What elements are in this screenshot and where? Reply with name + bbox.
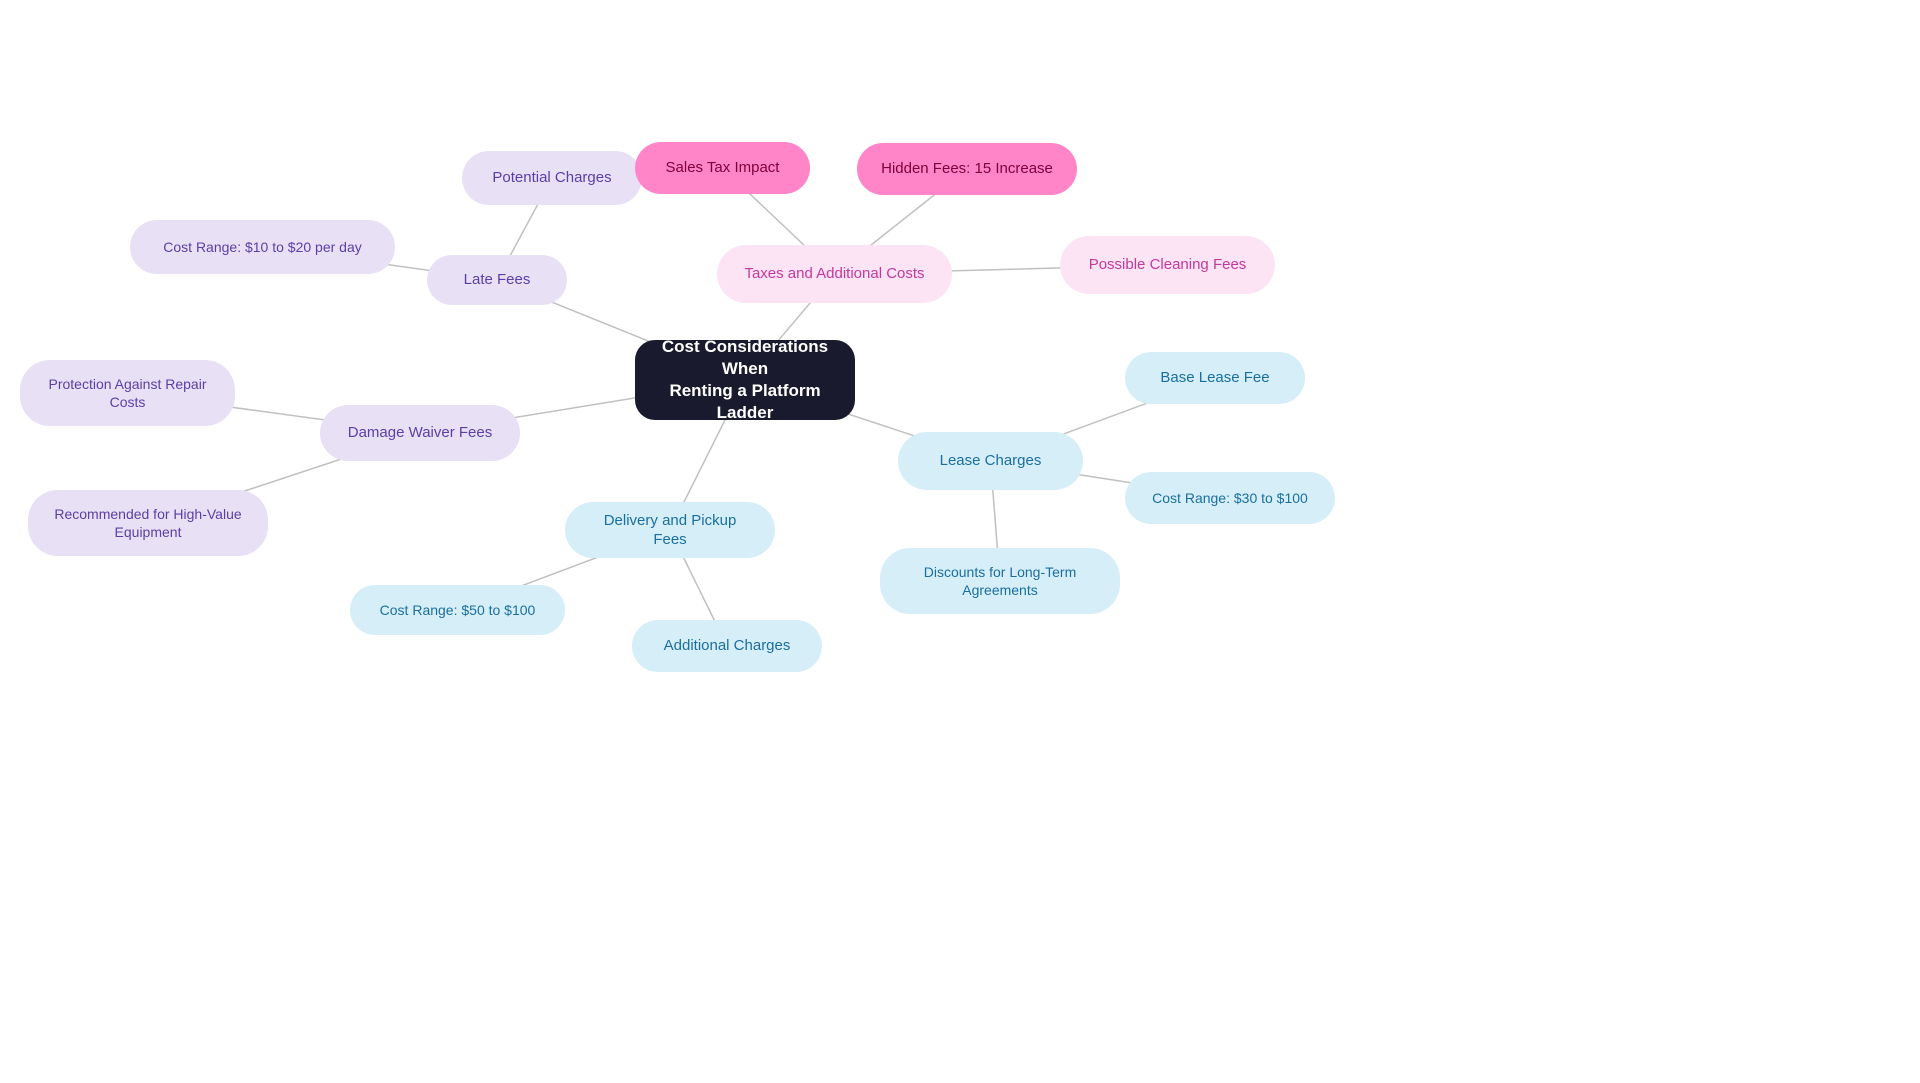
lease-charges-node: Lease Charges xyxy=(898,432,1083,490)
potential-charges-label: Potential Charges xyxy=(492,168,611,188)
taxes-additional-node: Taxes and Additional Costs xyxy=(717,245,952,303)
protection-repair-label: Protection Against Repair Costs xyxy=(49,375,207,411)
cost-range-30-100-label: Cost Range: $30 to $100 xyxy=(1152,489,1308,507)
center-label: Cost Considerations When Renting a Platf… xyxy=(657,336,833,424)
damage-waiver-node: Damage Waiver Fees xyxy=(320,405,520,461)
cost-range-10-20-node: Cost Range: $10 to $20 per day xyxy=(130,220,395,274)
lease-charges-label: Lease Charges xyxy=(940,451,1042,471)
potential-charges-node: Potential Charges xyxy=(462,151,642,205)
delivery-pickup-label: Delivery and Pickup Fees xyxy=(587,511,753,550)
sales-tax-label: Sales Tax Impact xyxy=(666,158,780,178)
cost-range-30-100-node: Cost Range: $30 to $100 xyxy=(1125,472,1335,524)
late-fees-node: Late Fees xyxy=(427,255,567,305)
center-node: Cost Considerations When Renting a Platf… xyxy=(635,340,855,420)
hidden-fees-node: Hidden Fees: 15 Increase xyxy=(857,143,1077,195)
cost-range-10-20-label: Cost Range: $10 to $20 per day xyxy=(163,238,361,256)
recommended-high-label: Recommended for High-Value Equipment xyxy=(54,505,241,541)
cost-range-50-100-node: Cost Range: $50 to $100 xyxy=(350,585,565,635)
base-lease-fee-label: Base Lease Fee xyxy=(1160,368,1269,388)
protection-repair-node: Protection Against Repair Costs xyxy=(20,360,235,426)
additional-charges-node: Additional Charges xyxy=(632,620,822,672)
discounts-long-label: Discounts for Long-Term Agreements xyxy=(924,563,1077,599)
delivery-pickup-node: Delivery and Pickup Fees xyxy=(565,502,775,558)
recommended-high-node: Recommended for High-Value Equipment xyxy=(28,490,268,556)
cost-range-50-100-label: Cost Range: $50 to $100 xyxy=(380,601,536,619)
hidden-fees-label: Hidden Fees: 15 Increase xyxy=(881,159,1053,179)
discounts-long-node: Discounts for Long-Term Agreements xyxy=(880,548,1120,614)
taxes-additional-label: Taxes and Additional Costs xyxy=(744,264,924,284)
sales-tax-node: Sales Tax Impact xyxy=(635,142,810,194)
late-fees-label: Late Fees xyxy=(464,270,531,290)
possible-cleaning-node: Possible Cleaning Fees xyxy=(1060,236,1275,294)
base-lease-fee-node: Base Lease Fee xyxy=(1125,352,1305,404)
damage-waiver-label: Damage Waiver Fees xyxy=(348,423,493,443)
possible-cleaning-label: Possible Cleaning Fees xyxy=(1089,255,1247,275)
additional-charges-label: Additional Charges xyxy=(664,636,791,656)
